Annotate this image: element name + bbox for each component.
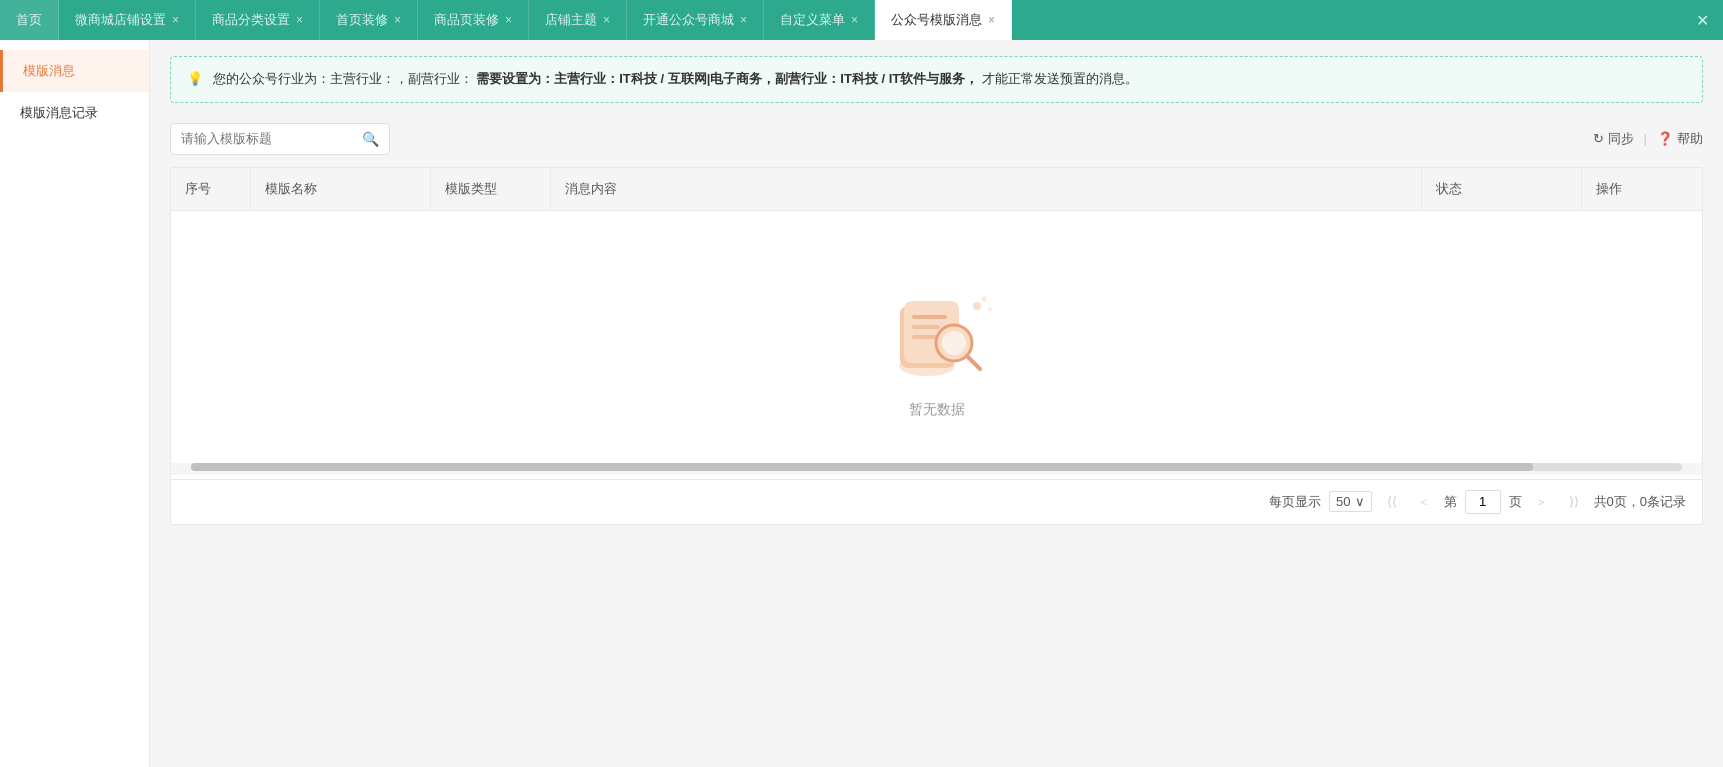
close-tab-open-mall[interactable]: × <box>740 13 747 27</box>
notice-box: 💡 您的公众号行业为：主营行业：，副营行业： 需要设置为：主营行业：IT科技 /… <box>170 56 1703 103</box>
close-tab-template-msg[interactable]: × <box>988 13 995 27</box>
col-action: 操作 <box>1582 168 1702 210</box>
per-page-label: 每页显示 <box>1269 493 1321 511</box>
help-icon: ❓ <box>1657 131 1673 146</box>
svg-line-8 <box>967 356 980 369</box>
close-tab-store-settings[interactable]: × <box>172 13 179 27</box>
page-unit: 页 <box>1509 493 1522 511</box>
svg-rect-4 <box>912 325 940 329</box>
col-name: 模版名称 <box>251 168 431 210</box>
help-label: 帮助 <box>1677 130 1703 148</box>
sidebar-item-template-msg[interactable]: 模版消息 <box>0 50 149 92</box>
notice-highlight: 需要设置为：主营行业：IT科技 / 互联网|电子商务，副营行业：IT科技 / I… <box>476 71 978 86</box>
svg-point-9 <box>973 302 981 310</box>
chevron-down-icon: ∨ <box>1355 494 1365 509</box>
sidebar-item-template-msg-record[interactable]: 模版消息记录 <box>0 92 149 134</box>
tab-store-theme[interactable]: 店铺主题 × <box>529 0 627 40</box>
close-tab-home-decoration[interactable]: × <box>394 13 401 27</box>
sidebar: 模版消息 模版消息记录 <box>0 40 150 767</box>
bulb-icon: 💡 <box>187 71 203 86</box>
close-tab-store-theme[interactable]: × <box>603 13 610 27</box>
notice-prefix: 您的公众号行业为：主营行业：，副营行业： <box>213 71 473 86</box>
per-page-select[interactable]: 50 ∨ <box>1329 491 1371 512</box>
per-page-value: 50 <box>1336 494 1350 509</box>
empty-illustration <box>872 271 1002 401</box>
svg-point-7 <box>942 331 966 355</box>
total-info: 共0页，0条记录 <box>1594 493 1686 511</box>
first-page-button[interactable]: ⟨⟨ <box>1380 490 1404 514</box>
next-page-button[interactable]: ＞ <box>1530 490 1554 514</box>
page-input[interactable] <box>1465 490 1501 514</box>
notice-suffix: 才能正常发送预置的消息。 <box>982 71 1138 86</box>
sync-label: 同步 <box>1608 130 1634 148</box>
svg-rect-3 <box>912 315 947 319</box>
search-area: 🔍 <box>170 123 390 155</box>
tab-custom-menu[interactable]: 自定义菜单 × <box>764 0 875 40</box>
col-index: 序号 <box>171 168 251 210</box>
prev-page-button[interactable]: ＜ <box>1412 490 1436 514</box>
toolbar-right: ↻ 同步 | ❓ 帮助 <box>1593 130 1703 148</box>
tab-bar-global-close[interactable]: ✕ <box>1682 0 1723 40</box>
sync-button[interactable]: ↻ 同步 <box>1593 130 1634 148</box>
svg-point-11 <box>988 307 992 311</box>
scroll-thumb[interactable] <box>191 463 1533 471</box>
tab-home[interactable]: 首页 <box>0 0 59 40</box>
tab-product-decoration[interactable]: 商品页装修 × <box>418 0 529 40</box>
table-container: 序号 模版名称 模版类型 消息内容 状态 操作 <box>170 167 1703 525</box>
col-status: 状态 <box>1422 168 1582 210</box>
scroll-track <box>191 463 1682 471</box>
toolbar: 🔍 ↻ 同步 | ❓ 帮助 <box>170 123 1703 155</box>
tab-home-decoration[interactable]: 首页装修 × <box>320 0 418 40</box>
pagination: 每页显示 50 ∨ ⟨⟨ ＜ 第 页 ＞ ⟩⟩ 共0页，0条记录 <box>171 479 1702 524</box>
close-tab-custom-menu[interactable]: × <box>851 13 858 27</box>
table-header: 序号 模版名称 模版类型 消息内容 状态 操作 <box>171 168 1702 211</box>
tab-bar: 首页 微商城店铺设置 × 商品分类设置 × 首页装修 × 商品页装修 × 店铺主… <box>0 0 1723 40</box>
svg-point-10 <box>981 296 986 301</box>
close-tab-category-settings[interactable]: × <box>296 13 303 27</box>
empty-text: 暂无数据 <box>909 401 965 419</box>
col-content: 消息内容 <box>551 168 1422 210</box>
toolbar-divider: | <box>1644 131 1647 146</box>
close-tab-product-decoration[interactable]: × <box>505 13 512 27</box>
sync-icon: ↻ <box>1593 131 1604 146</box>
content-area: 💡 您的公众号行业为：主营行业：，副营行业： 需要设置为：主营行业：IT科技 /… <box>150 40 1723 767</box>
last-page-button[interactable]: ⟩⟩ <box>1562 490 1586 514</box>
horizontal-scrollbar[interactable] <box>171 463 1702 475</box>
page-label: 第 <box>1444 493 1457 511</box>
tab-store-settings[interactable]: 微商城店铺设置 × <box>59 0 196 40</box>
main-layout: 模版消息 模版消息记录 💡 您的公众号行业为：主营行业：，副营行业： 需要设置为… <box>0 40 1723 767</box>
col-type: 模版类型 <box>431 168 551 210</box>
tab-template-msg[interactable]: 公众号模版消息 × <box>875 0 1012 40</box>
empty-state: 暂无数据 <box>171 211 1702 459</box>
help-button[interactable]: ❓ 帮助 <box>1657 130 1703 148</box>
search-icon[interactable]: 🔍 <box>362 131 379 147</box>
search-input[interactable] <box>181 131 362 146</box>
tab-category-settings[interactable]: 商品分类设置 × <box>196 0 320 40</box>
tab-open-mall[interactable]: 开通公众号商城 × <box>627 0 764 40</box>
